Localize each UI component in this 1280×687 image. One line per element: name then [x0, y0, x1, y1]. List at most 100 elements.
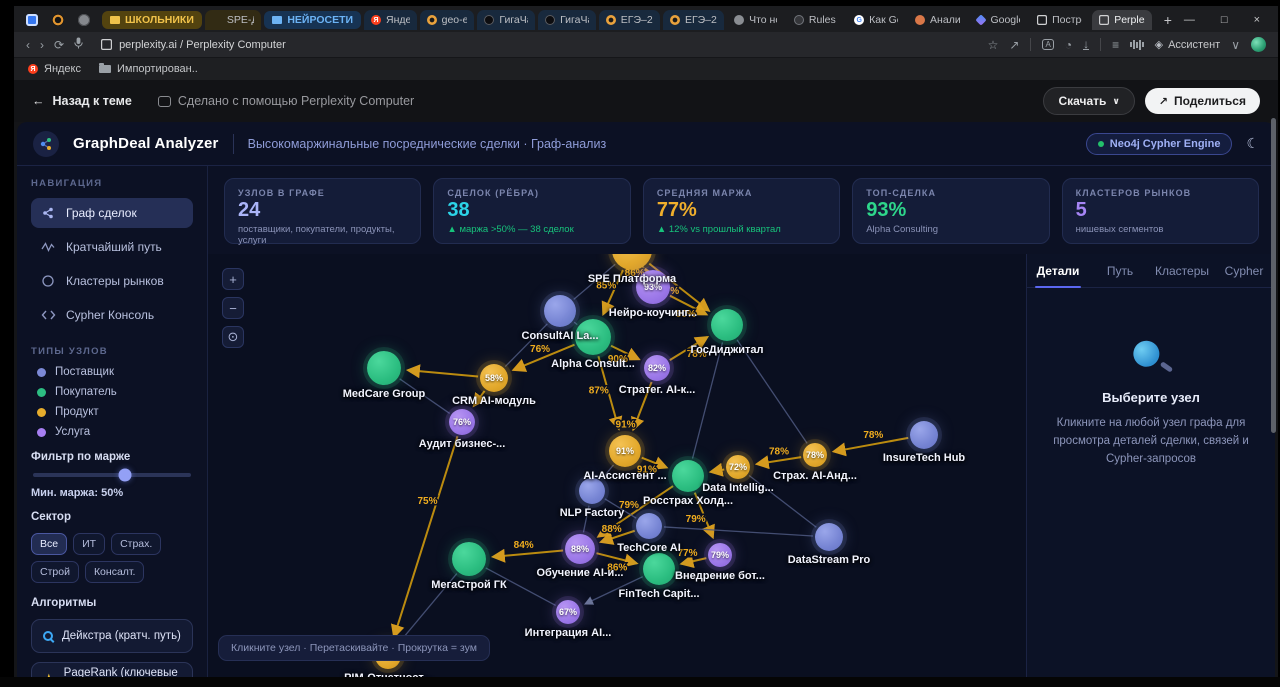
- stat-sub: поставщики, покупатели, продукты, услуги: [238, 224, 395, 246]
- download-button[interactable]: Скачать ∨: [1043, 87, 1135, 115]
- waveform-icon[interactable]: [1130, 39, 1144, 50]
- reading-list-icon[interactable]: ≡: [1112, 38, 1119, 52]
- back-icon[interactable]: ‹: [26, 38, 30, 52]
- panel-tab-cypher[interactable]: Cypher: [1213, 254, 1275, 287]
- sector-chip[interactable]: ИТ: [73, 533, 106, 555]
- share-nodes-icon: [40, 206, 56, 220]
- browser-tab[interactable]: geo-ег...: [419, 10, 475, 30]
- panel-tab-детали[interactable]: Детали: [1027, 254, 1089, 288]
- graph-node-nlp[interactable]: [579, 478, 605, 504]
- graph-node-strateg[interactable]: 82%: [644, 355, 670, 381]
- slider-thumb[interactable]: [118, 468, 132, 482]
- mic-icon[interactable]: [74, 37, 83, 52]
- browser-tab[interactable]: Google...: [970, 10, 1027, 30]
- theme-toggle-moon-icon[interactable]: ☾: [1246, 135, 1259, 152]
- graph-node-crm[interactable]: 58%: [480, 364, 508, 392]
- graph-node-obuch[interactable]: 88%: [565, 534, 595, 564]
- minimize-button[interactable]: —: [1184, 14, 1195, 26]
- magnifier-icon: [43, 631, 53, 641]
- graph-node-integr[interactable]: 67%: [556, 600, 580, 624]
- assistant-button[interactable]: ◈ Ассистент: [1155, 38, 1221, 52]
- translate-icon[interactable]: A: [1042, 39, 1054, 50]
- browser-tab[interactable]: Что но...: [727, 10, 784, 30]
- bookmark-item[interactable]: Импортирован..: [99, 63, 198, 75]
- address-bar[interactable]: perplexity.ai / Perplexity Computer: [101, 39, 286, 51]
- sector-chip[interactable]: Все: [31, 533, 68, 555]
- graph-node-aiassist[interactable]: 91%: [609, 435, 641, 467]
- graph-node-consultai[interactable]: [544, 295, 576, 327]
- graph-node-datastream[interactable]: [815, 523, 843, 551]
- history-icon[interactable]: ◔: [1065, 38, 1072, 52]
- tab-label: Как Ge...: [869, 14, 898, 26]
- tab-strip: ШКОЛЬНИКИ SPE-Д... НЕЙРОСЕТИ Я Яндекс geo-ег.…: [14, 6, 1278, 32]
- graph-node-neuro[interactable]: 93%: [636, 270, 670, 304]
- assistant-label: Ассистент: [1168, 38, 1221, 51]
- graph-edge: [490, 548, 564, 563]
- browser-tab[interactable]: Perplex...: [1092, 10, 1152, 30]
- download-icon[interactable]: ↓: [1083, 38, 1090, 50]
- algorithm-button[interactable]: ★PageRank (ключевые узлы): [31, 662, 193, 677]
- pinned-tab-icon[interactable]: [26, 14, 38, 26]
- tab-group-chip[interactable]: ШКОЛЬНИКИ: [102, 11, 202, 29]
- graph-node-dataintel[interactable]: 72%: [726, 455, 750, 479]
- margin-slider[interactable]: [33, 468, 191, 482]
- bookmark-star-icon[interactable]: ☆: [988, 38, 999, 52]
- graph-node-gos[interactable]: [711, 309, 743, 341]
- graph-node-megastroy[interactable]: [452, 542, 486, 576]
- sidebar-item-circle[interactable]: Кластеры рынков: [31, 266, 193, 296]
- sidebar-item-route[interactable]: Кратчайший путь: [31, 232, 193, 262]
- browser-tab[interactable]: ЕГЭ–20...: [598, 10, 660, 30]
- browser-tab[interactable]: ГигаЧа...: [538, 10, 596, 30]
- graph-node-insure[interactable]: [910, 421, 938, 449]
- maximize-button[interactable]: □: [1221, 14, 1228, 26]
- window-controls: — □ ×: [1184, 14, 1270, 26]
- close-button[interactable]: ×: [1254, 14, 1260, 26]
- browser-tab[interactable]: Rules f...: [787, 10, 844, 30]
- reload-icon[interactable]: ⟳: [54, 38, 64, 52]
- browser-tab[interactable]: Постро...: [1030, 10, 1089, 30]
- zoom-out-button[interactable]: −: [222, 297, 244, 319]
- panel-tab-путь[interactable]: Путь: [1089, 254, 1151, 287]
- graph-node-vnedr[interactable]: 79%: [708, 543, 732, 567]
- back-to-topic-link[interactable]: ← Назад к теме: [32, 94, 132, 108]
- engine-badge: Neo4j Cypher Engine: [1085, 132, 1233, 155]
- node-margin-value: 58%: [484, 373, 503, 383]
- sidebar-item-share-nodes[interactable]: Граф сделок: [31, 198, 193, 228]
- bookmark-item[interactable]: Я Яндекс: [28, 63, 81, 75]
- graph-node-audit[interactable]: 76%: [449, 409, 475, 435]
- browser-tab[interactable]: ГигаЧа...: [477, 10, 536, 30]
- pinned-tab-icon[interactable]: [78, 14, 90, 26]
- browser-tab[interactable]: SPE-Д...: [204, 10, 262, 30]
- new-tab-button[interactable]: +: [1154, 12, 1182, 28]
- algorithm-button[interactable]: Дейкстра (кратч. путь): [31, 619, 193, 653]
- share-link-icon[interactable]: ↗: [1009, 38, 1019, 52]
- forward-icon[interactable]: ›: [40, 38, 44, 52]
- tab-group-chip[interactable]: НЕЙРОСЕТИ: [264, 11, 362, 29]
- graph-canvas[interactable]: 85%86%87%90%90%78%76%87%75%91%91%78%78%7…: [208, 254, 1026, 677]
- zoom-in-button[interactable]: +: [222, 268, 244, 290]
- edge-margin-label: 79%: [686, 514, 706, 525]
- graph-node-alpha[interactable]: [575, 319, 611, 355]
- graph-node-fintech[interactable]: [643, 553, 675, 585]
- sector-chip[interactable]: Строй: [31, 561, 79, 583]
- panel-tab-кластеры[interactable]: Кластеры: [1151, 254, 1213, 287]
- graph-node-techcore[interactable]: [636, 513, 662, 539]
- page-scrollbar-thumb[interactable]: [1271, 118, 1276, 433]
- browser-tab[interactable]: G Как Ge...: [847, 10, 905, 30]
- profile-avatar[interactable]: [1251, 37, 1266, 52]
- share-button[interactable]: ↗ Поделиться: [1144, 88, 1260, 114]
- graph-node-rosstrakh[interactable]: [672, 460, 704, 492]
- browser-tab[interactable]: Анализ...: [908, 10, 967, 30]
- sector-chip[interactable]: Консалт.: [84, 561, 145, 583]
- sector-chip[interactable]: Страх.: [111, 533, 162, 555]
- chevron-down-icon[interactable]: ∨: [1231, 38, 1240, 52]
- sidebar-item-code[interactable]: Cypher Консоль: [31, 300, 193, 330]
- browser-tab[interactable]: ЕГЭ–20...: [662, 10, 725, 30]
- graph-edge: [601, 269, 624, 317]
- pinned-tab-icon[interactable]: [52, 14, 64, 26]
- browser-tab[interactable]: Я Яндекс: [364, 10, 417, 30]
- graph-node-strakh[interactable]: 78%: [803, 443, 827, 467]
- graph-node-medcare[interactable]: [367, 351, 401, 385]
- zoom-reset-button[interactable]: ⊙: [222, 326, 244, 348]
- route-icon: [40, 240, 56, 254]
